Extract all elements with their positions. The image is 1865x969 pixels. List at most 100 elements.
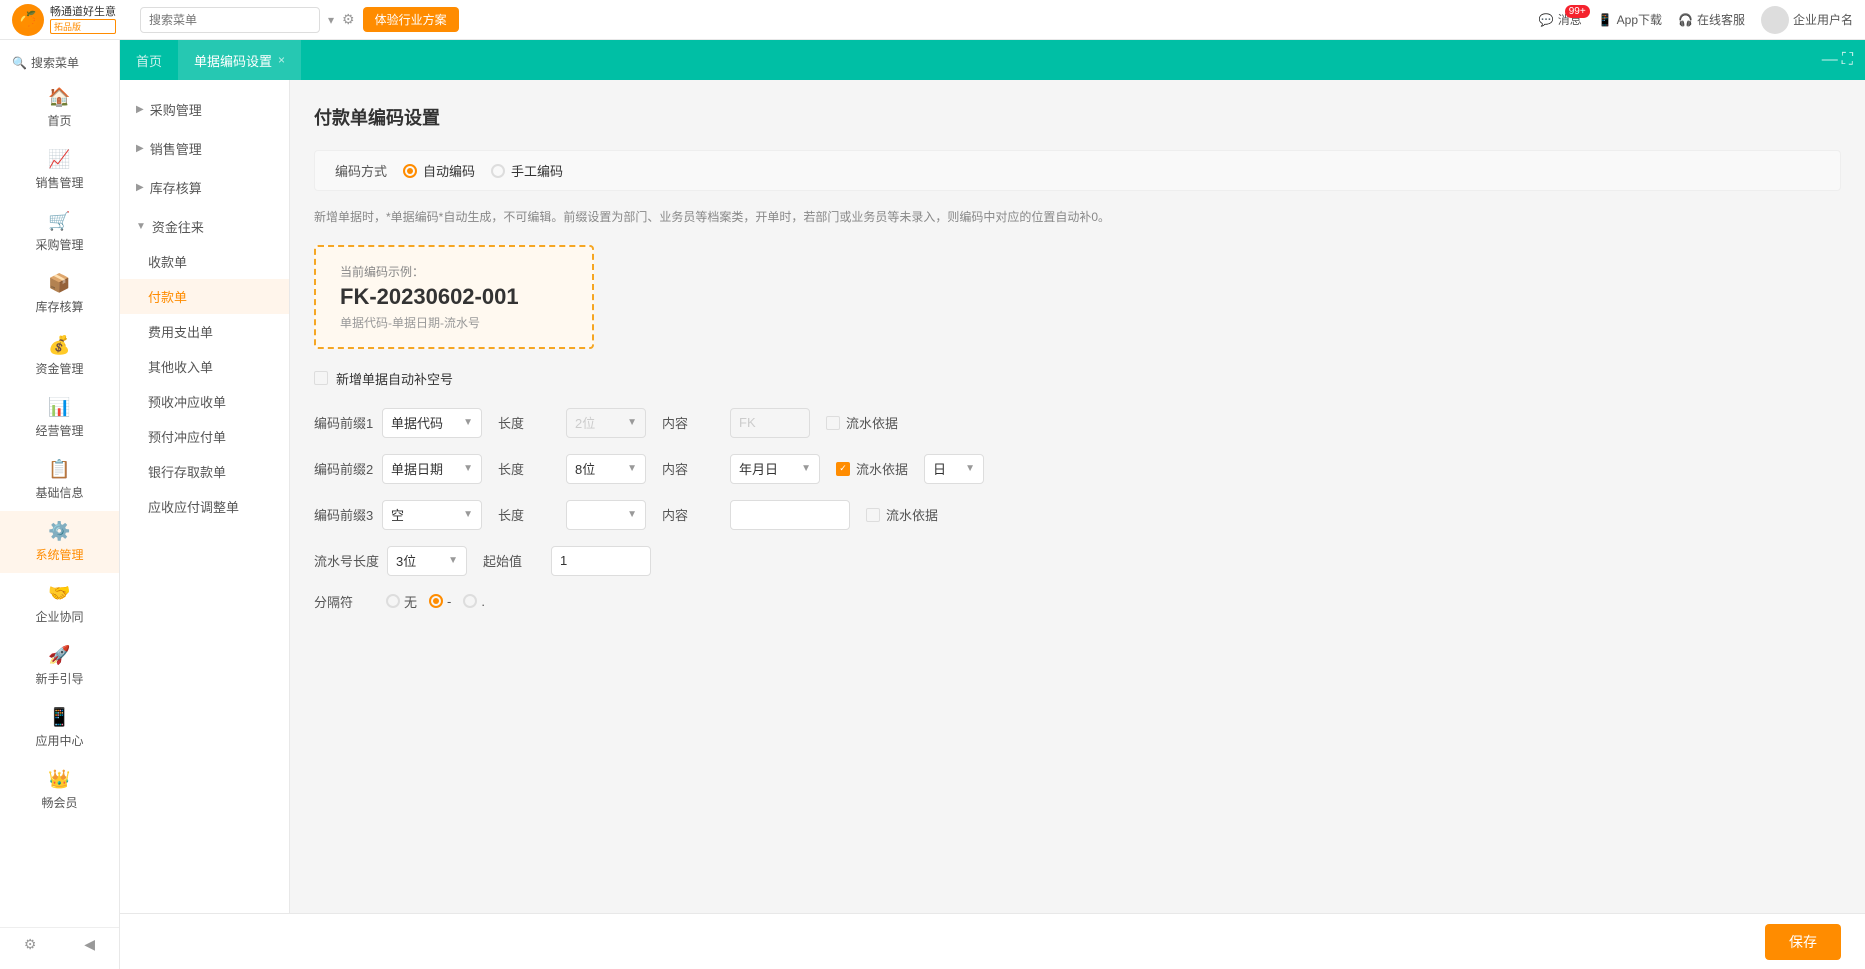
sidebar-item-guide[interactable]: 🚀 新手引导 [0,635,119,697]
prefix2-select[interactable]: 单据日期 ▼ [382,454,482,484]
prefix1-label: 编码前缀1 [314,413,374,432]
sidebar-item-finance[interactable]: 💰 资金管理 [0,325,119,387]
sidebar-item-purchase[interactable]: 🛒 采购管理 [0,201,119,263]
nav-group-capital-header[interactable]: ▼ 资金往来 [120,209,289,244]
tab-home-label: 首页 [136,51,162,70]
content1-field: 内容 [662,408,810,438]
chevron-down-icon: ▼ [463,463,473,474]
nav-item-payment[interactable]: 付款单 [120,279,289,314]
serial-length-row: 流水号长度 3位 ▼ 起始值 [314,546,1841,576]
nav-group-sales-header[interactable]: ▶ 销售管理 [120,131,289,166]
auto-encoding-label: 自动编码 [423,161,475,180]
prefix3-select[interactable]: 空 ▼ [382,500,482,530]
inventory-icon: 📦 [48,273,70,294]
system-icon: ⚙️ [48,521,70,542]
nav-item-bank[interactable]: 银行存取款单 [120,454,289,489]
sidebar-item-basic[interactable]: 📋 基础信息 [0,449,119,511]
length3-select[interactable]: ▼ [566,500,646,530]
sidebar-collapse-btn[interactable]: ◀ [84,936,95,953]
top-bar: 🍊 畅通道好生意 拓品版 ▾ ⚙ 体验行业方案 💬 消息 99+ 📱 App下载… [0,0,1865,40]
encoding-method-row: 编码方式 自动编码 手工编码 [314,150,1841,191]
nav-item-receipt[interactable]: 收款单 [120,244,289,279]
nav-item-other-income[interactable]: 其他收入单 [120,349,289,384]
sep-dot-label: . [481,594,485,609]
service-icon: 🎧 [1678,13,1693,27]
prefix1-select[interactable]: 单据代码 ▼ [382,408,482,438]
length2-field: 长度 8位 ▼ [498,454,646,484]
sep-none-radio[interactable]: 无 [386,592,417,611]
nav-item-expense[interactable]: 费用支出单 [120,314,289,349]
online-service-btn[interactable]: 🎧 在线客服 [1678,11,1745,28]
nav-arrows[interactable]: ▾ [328,13,334,27]
member-icon: 👑 [48,769,70,790]
serial1-checkbox-label[interactable]: 流水依据 [826,413,898,432]
sidebar-item-inventory[interactable]: 📦 库存核算 [0,263,119,325]
nav-group-purchase-header[interactable]: ▶ 采购管理 [120,92,289,127]
sep-dash-label: - [447,594,451,609]
tab-home[interactable]: 首页 [120,40,178,80]
serial2-unit-select[interactable]: 日 ▼ [924,454,984,484]
arrow-icon: ▶ [136,104,144,115]
settings-icon[interactable]: ⚙ [342,11,355,28]
sidebar-item-label: 基础信息 [35,484,83,501]
separator-row: 分隔符 无 - . [314,592,1841,611]
sep-dot-radio[interactable]: . [463,594,485,609]
sidebar-item-system[interactable]: ⚙️ 系统管理 [0,511,119,573]
nav-item-adjustment[interactable]: 应收应付调整单 [120,489,289,524]
arrow-icon: ▶ [136,182,144,193]
content3-input[interactable] [730,500,850,530]
tab-encoding[interactable]: 单据编码设置 × [178,40,301,80]
sep-none-label: 无 [404,592,417,611]
serial-length-select[interactable]: 3位 ▼ [387,546,467,576]
content2-value: 年月日 [739,459,778,478]
tab-expand-btn[interactable]: ⛶ [1842,51,1853,69]
length1-label: 长度 [498,413,558,432]
length2-select[interactable]: 8位 ▼ [566,454,646,484]
logo: 🍊 畅通道好生意 拓品版 [12,4,132,36]
tab-minimize-btn[interactable]: — [1822,51,1838,69]
info-text: 新增单据时，*单据编码*自动生成，不可编辑。前缀设置为部门、业务员等档案类，开单… [314,207,1841,229]
sidebar-item-member[interactable]: 👑 畅会员 [0,759,119,821]
manual-encoding-radio[interactable]: 手工编码 [491,161,563,180]
sep-dash-radio[interactable]: - [429,594,451,609]
tab-close-btn[interactable]: × [278,53,285,67]
length1-select[interactable]: 2位 ▼ [566,408,646,438]
search-icon: 🔍 [12,56,27,70]
sidebar-item-collab[interactable]: 🤝 企业协同 [0,573,119,635]
serial3-checkbox-label[interactable]: 流水依据 [866,505,938,524]
prefix1-value: 单据代码 [391,413,443,432]
nav-group-inventory-header[interactable]: ▶ 库存核算 [120,170,289,205]
prefix3-label: 编码前缀3 [314,505,374,524]
auto-encoding-radio[interactable]: 自动编码 [403,161,475,180]
nav-item-pre-payable[interactable]: 预付冲应付单 [120,419,289,454]
serial3-checkbox[interactable] [866,508,880,522]
auto-fill-checkbox[interactable] [314,371,328,385]
auto-fill-row: 新增单据自动补空号 [314,369,1841,388]
content2-select[interactable]: 年月日 ▼ [730,454,820,484]
serial1-checkbox[interactable] [826,416,840,430]
sidebar-item-apps[interactable]: 📱 应用中心 [0,697,119,759]
chevron-down-icon: ▼ [463,417,473,428]
experience-btn[interactable]: 体验行业方案 [363,7,459,32]
save-button[interactable]: 保存 [1765,924,1841,960]
sep-dash-dot [429,594,443,608]
serial2-checkbox-label[interactable]: ✓ 流水依据 [836,459,908,478]
home-icon: 🏠 [48,87,70,108]
sidebar-search[interactable]: 🔍 搜索菜单 [0,48,119,77]
app-download-btn[interactable]: 📱 App下载 [1598,11,1662,28]
length2-value: 8位 [575,459,595,478]
code-preview-value: FK-20230602-001 [340,284,568,310]
message-btn[interactable]: 💬 消息 99+ [1539,11,1582,28]
field-row-3: 编码前缀3 空 ▼ 长度 ▼ 内容 [314,500,1841,530]
user-area[interactable]: 企业用户名 [1761,6,1853,34]
sidebar-item-business[interactable]: 📊 经营管理 [0,387,119,449]
basic-icon: 📋 [48,459,70,480]
search-input[interactable] [140,7,320,33]
serial2-checkbox[interactable]: ✓ [836,462,850,476]
sidebar-settings-btn[interactable]: ⚙ [24,936,37,953]
sidebar-item-sales[interactable]: 📈 销售管理 [0,139,119,201]
start-value-input[interactable] [551,546,651,576]
sidebar-item-label: 企业协同 [35,608,83,625]
nav-item-pre-receivable[interactable]: 预收冲应收单 [120,384,289,419]
sidebar-item-home[interactable]: 🏠 首页 [0,77,119,139]
